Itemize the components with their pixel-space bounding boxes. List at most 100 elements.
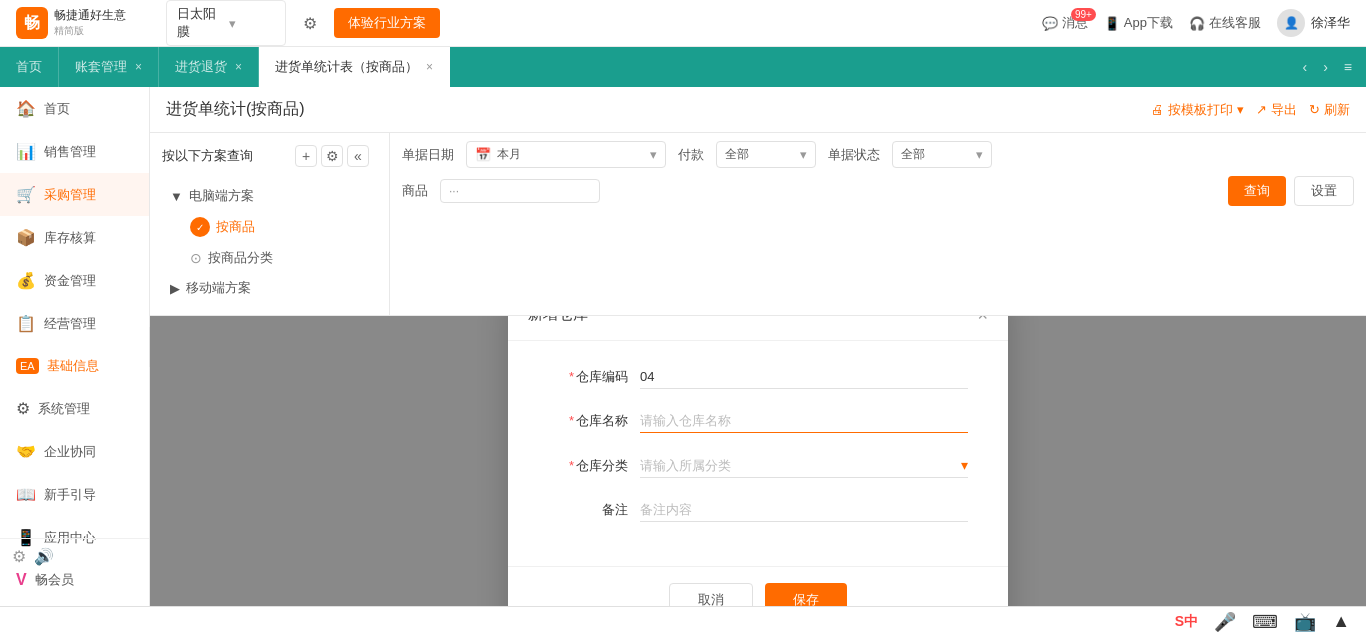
sidebar-home-label: 首页 <box>44 100 70 118</box>
settings-icon[interactable]: ⚙ <box>294 7 326 39</box>
tree-mobile-label: 移动端方案 <box>186 279 251 297</box>
tab-purchase-stat[interactable]: 进货单统计表（按商品） × <box>259 47 450 87</box>
user-area[interactable]: 👤 徐泽华 <box>1277 9 1350 37</box>
sidebar-item-basic-info[interactable]: EA 基础信息 <box>0 345 149 387</box>
name-label: 仓库名称 <box>548 412 628 430</box>
tab-purchase-return[interactable]: 进货退货 × <box>159 47 259 87</box>
add-plan-button[interactable]: + <box>295 145 317 167</box>
export-icon: ↗ <box>1256 102 1267 117</box>
tab-accounts[interactable]: 账套管理 × <box>59 47 159 87</box>
query-panel-header: 按以下方案查询 + ⚙ « <box>162 141 377 171</box>
sidebar-item-purchase[interactable]: 🛒 采购管理 <box>0 173 149 216</box>
sidebar-finance-label: 资金管理 <box>44 272 96 290</box>
footer-monitor-icon[interactable]: 📺 <box>1294 611 1316 633</box>
footer-s-icon[interactable]: S中 <box>1175 613 1198 631</box>
enterprise-icon: 🤝 <box>16 442 36 461</box>
settings-plan-button[interactable]: ⚙ <box>321 145 343 167</box>
print-icon: 🖨 <box>1151 102 1164 117</box>
sidebar-inventory-label: 库存核算 <box>44 229 96 247</box>
footer-mic-icon[interactable]: 🎤 <box>1214 611 1236 633</box>
footer-up-icon[interactable]: ▲ <box>1332 611 1350 632</box>
volume-icon[interactable]: 🔊 <box>34 547 54 566</box>
form-row-remark: 备注 <box>548 498 968 522</box>
sidebar-sales-label: 销售管理 <box>44 143 96 161</box>
sidebar-item-guide[interactable]: 📖 新手引导 <box>0 473 149 516</box>
headset-icon: 🎧 <box>1189 16 1205 31</box>
tree-mobile-header[interactable]: ▶ 移动端方案 <box>162 273 377 303</box>
sidebar-item-inventory[interactable]: 📦 库存核算 <box>0 216 149 259</box>
category-selector[interactable]: ▾ <box>640 453 968 478</box>
logo-icon: 畅 <box>16 7 48 39</box>
sidebar-item-sales[interactable]: 📊 销售管理 <box>0 130 149 173</box>
payment-arrow-icon: ▾ <box>800 147 807 162</box>
sidebar-purchase-label: 采购管理 <box>44 186 96 204</box>
print-button[interactable]: 🖨 按模板打印 ▾ <box>1151 101 1244 119</box>
filter-row-2: 商品 ··· 查询 设置 <box>402 176 1354 206</box>
tab-purchase-stat-close-icon[interactable]: × <box>426 60 433 74</box>
payment-filter[interactable]: 全部 ▾ <box>716 141 816 168</box>
sidebar-item-enterprise[interactable]: 🤝 企业协同 <box>0 430 149 473</box>
tab-accounts-close-icon[interactable]: × <box>135 60 142 74</box>
new-warehouse-modal: 新增仓库 × 仓库编码 仓库名称 <box>508 316 1008 606</box>
system-icon: ⚙ <box>16 399 30 418</box>
guide-icon: 📖 <box>16 485 36 504</box>
action-buttons: 查询 设置 <box>1228 176 1354 206</box>
refresh-button[interactable]: ↻ 刷新 <box>1309 101 1350 119</box>
tab-next-icon[interactable]: › <box>1317 55 1334 79</box>
tree-section: ▼ 电脑端方案 ✓ 按商品 ⊙ 按商品分类 ▶ <box>162 177 377 307</box>
tab-purchase-return-close-icon[interactable]: × <box>235 60 242 74</box>
bill-status-filter[interactable]: 全部 ▾ <box>892 141 992 168</box>
print-label: 按模板打印 <box>1168 101 1233 119</box>
code-input[interactable] <box>640 365 968 389</box>
sidebar-footer: ⚙ 🔊 <box>0 538 149 574</box>
payment-value: 全部 <box>725 146 749 163</box>
date-icon: 📅 <box>475 147 491 162</box>
tree-item-goods[interactable]: ✓ 按商品 <box>162 211 377 243</box>
tree-item-goods-category[interactable]: ⊙ 按商品分类 <box>162 243 377 273</box>
sidebar-item-system[interactable]: ⚙ 系统管理 <box>0 387 149 430</box>
tab-accounts-label: 账套管理 <box>75 58 127 76</box>
settings-gear-icon[interactable]: ⚙ <box>12 547 26 566</box>
remark-input[interactable] <box>640 498 968 522</box>
avatar: 👤 <box>1277 9 1305 37</box>
store-selector[interactable]: 日太阳膜 ▾ <box>166 0 286 46</box>
finance-icon: 💰 <box>16 271 36 290</box>
online-service-item[interactable]: 🎧 在线客服 <box>1189 14 1261 32</box>
sidebar-item-finance[interactable]: 💰 资金管理 <box>0 259 149 302</box>
logo-text-area: 畅捷通好生意 精简版 <box>54 8 126 38</box>
modal-footer: 取消 保存 <box>508 566 1008 606</box>
app-container: 畅 畅捷通好生意 精简版 日太阳膜 ▾ ⚙ 体验行业方案 💬 消息 99+ 📱 … <box>0 0 1366 636</box>
category-label: 仓库分类 <box>548 457 628 475</box>
app-download-item[interactable]: 📱 App下载 <box>1104 14 1173 32</box>
collapse-button[interactable]: « <box>347 145 369 167</box>
tab-menu-icon[interactable]: ≡ <box>1338 55 1358 79</box>
sidebar-item-operations[interactable]: 📋 经营管理 <box>0 302 149 345</box>
goods-label: 商品 <box>402 182 428 200</box>
footer-keyboard-icon[interactable]: ⌨ <box>1252 611 1278 633</box>
scroll-container: 1 请先选择要分析的方案 2 用[过滤]条件来缩小分析范围 新增仓库 × <box>150 316 1366 606</box>
tab-prev-icon[interactable]: ‹ <box>1296 55 1313 79</box>
app-download-label: App下载 <box>1124 14 1173 32</box>
save-button[interactable]: 保存 <box>765 583 847 606</box>
query-button[interactable]: 查询 <box>1228 176 1286 206</box>
tree-desktop-header[interactable]: ▼ 电脑端方案 <box>162 181 377 211</box>
goods-dots: ··· <box>449 184 459 198</box>
category-input[interactable] <box>640 458 961 473</box>
goods-filter[interactable]: ··· <box>440 179 600 203</box>
modal-close-icon[interactable]: × <box>977 316 988 324</box>
trial-button[interactable]: 体验行业方案 <box>334 8 440 38</box>
date-value: 本月 <box>497 146 521 163</box>
form-row-code: 仓库编码 <box>548 365 968 389</box>
tab-home[interactable]: 首页 <box>0 47 59 87</box>
date-range-picker[interactable]: 📅 本月 ▾ <box>466 141 666 168</box>
form-row-name: 仓库名称 <box>548 409 968 433</box>
name-input[interactable] <box>640 409 968 433</box>
settings-button[interactable]: 设置 <box>1294 176 1354 206</box>
cancel-button[interactable]: 取消 <box>669 583 753 606</box>
export-button[interactable]: ↗ 导出 <box>1256 101 1297 119</box>
sidebar-item-home[interactable]: 🏠 首页 <box>0 87 149 130</box>
message-item[interactable]: 💬 消息 99+ <box>1042 14 1088 32</box>
print-arrow-icon: ▾ <box>1237 102 1244 117</box>
refresh-label: 刷新 <box>1324 101 1350 119</box>
store-name: 日太阳膜 <box>177 5 223 41</box>
